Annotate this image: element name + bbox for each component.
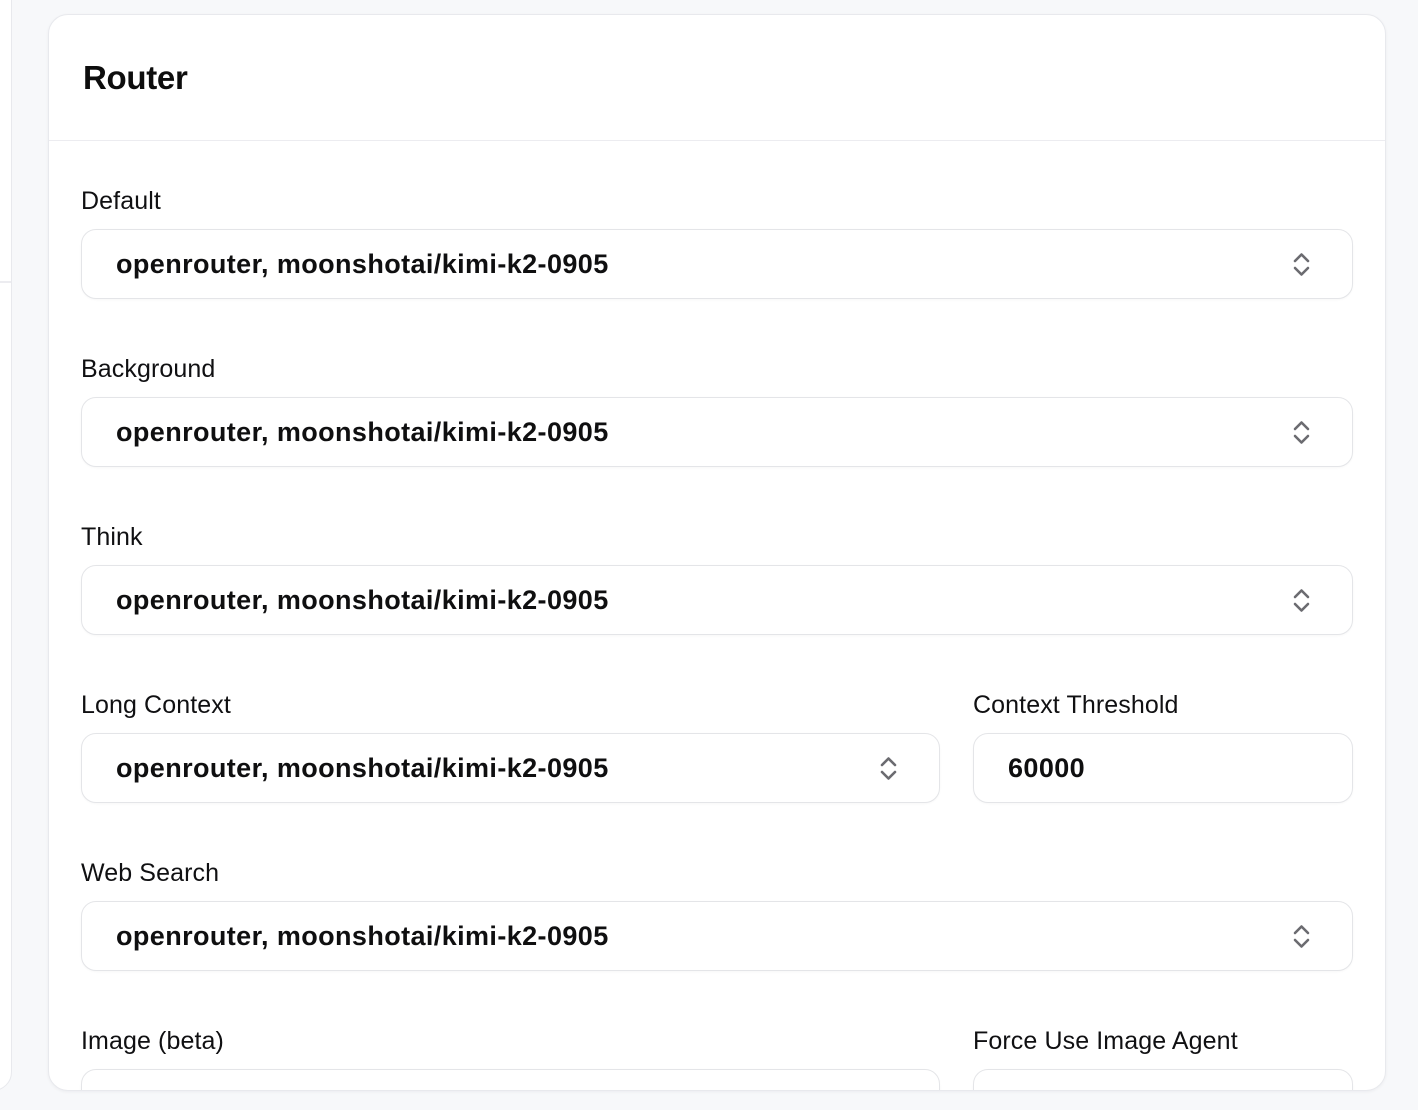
router-card-body: Default openrouter, moonshotai/kimi-k2-0…: [49, 141, 1385, 1092]
long-context-field: Long Context openrouter, moonshotai/kimi…: [81, 691, 940, 803]
long-context-label: Long Context: [81, 691, 231, 719]
context-threshold-field: Context Threshold: [973, 691, 1353, 803]
image-row: Image (beta) Force Use Image Agent: [81, 1027, 1353, 1092]
chevron-up-down-icon: [1291, 251, 1312, 278]
background-label: Background: [81, 355, 216, 383]
web-search-field: Web Search openrouter, moonshotai/kimi-k…: [81, 859, 1353, 971]
web-search-model-value: openrouter, moonshotai/kimi-k2-0905: [116, 920, 609, 951]
adjacent-card-edge: [0, 0, 12, 1091]
background-field: Background openrouter, moonshotai/kimi-k…: [81, 355, 1353, 467]
think-model-select[interactable]: openrouter, moonshotai/kimi-k2-0905: [81, 565, 1353, 635]
image-field: Image (beta): [81, 1027, 940, 1092]
force-image-agent-label: Force Use Image Agent: [973, 1027, 1238, 1055]
router-card-title: Router: [83, 58, 188, 96]
adjacent-card-divider: [0, 281, 11, 283]
chevron-up-down-icon: [1291, 587, 1312, 614]
router-card: Router Default openrouter, moonshotai/ki…: [48, 14, 1386, 1091]
force-image-agent-field: Force Use Image Agent: [973, 1027, 1353, 1090]
background-model-select[interactable]: openrouter, moonshotai/kimi-k2-0905: [81, 397, 1353, 467]
long-context-row: Long Context openrouter, moonshotai/kimi…: [81, 691, 1353, 803]
default-model-value: openrouter, moonshotai/kimi-k2-0905: [116, 248, 609, 279]
router-card-header: Router: [49, 15, 1385, 141]
default-label: Default: [81, 187, 161, 215]
web-search-label: Web Search: [81, 859, 220, 887]
background-model-value: openrouter, moonshotai/kimi-k2-0905: [116, 416, 609, 447]
long-context-model-value: openrouter, moonshotai/kimi-k2-0905: [116, 752, 609, 783]
think-label: Think: [81, 523, 143, 551]
context-threshold-label: Context Threshold: [973, 691, 1179, 719]
context-threshold-input[interactable]: [973, 733, 1353, 803]
long-context-model-select[interactable]: openrouter, moonshotai/kimi-k2-0905: [81, 733, 940, 803]
chevron-up-down-icon: [1291, 419, 1312, 446]
force-image-agent-input[interactable]: [973, 1069, 1353, 1090]
think-field: Think openrouter, moonshotai/kimi-k2-090…: [81, 523, 1353, 635]
default-model-select[interactable]: openrouter, moonshotai/kimi-k2-0905: [81, 229, 1353, 299]
web-search-model-select[interactable]: openrouter, moonshotai/kimi-k2-0905: [81, 901, 1353, 971]
default-field: Default openrouter, moonshotai/kimi-k2-0…: [81, 187, 1353, 299]
chevron-up-down-icon: [878, 755, 899, 782]
chevron-up-down-icon: [1291, 923, 1312, 950]
think-model-value: openrouter, moonshotai/kimi-k2-0905: [116, 584, 609, 615]
image-model-select[interactable]: [81, 1069, 940, 1092]
router-settings-page: Router Default openrouter, moonshotai/ki…: [0, 0, 1418, 1110]
image-label: Image (beta): [81, 1027, 224, 1055]
chevron-up-down-icon: [878, 1091, 899, 1092]
